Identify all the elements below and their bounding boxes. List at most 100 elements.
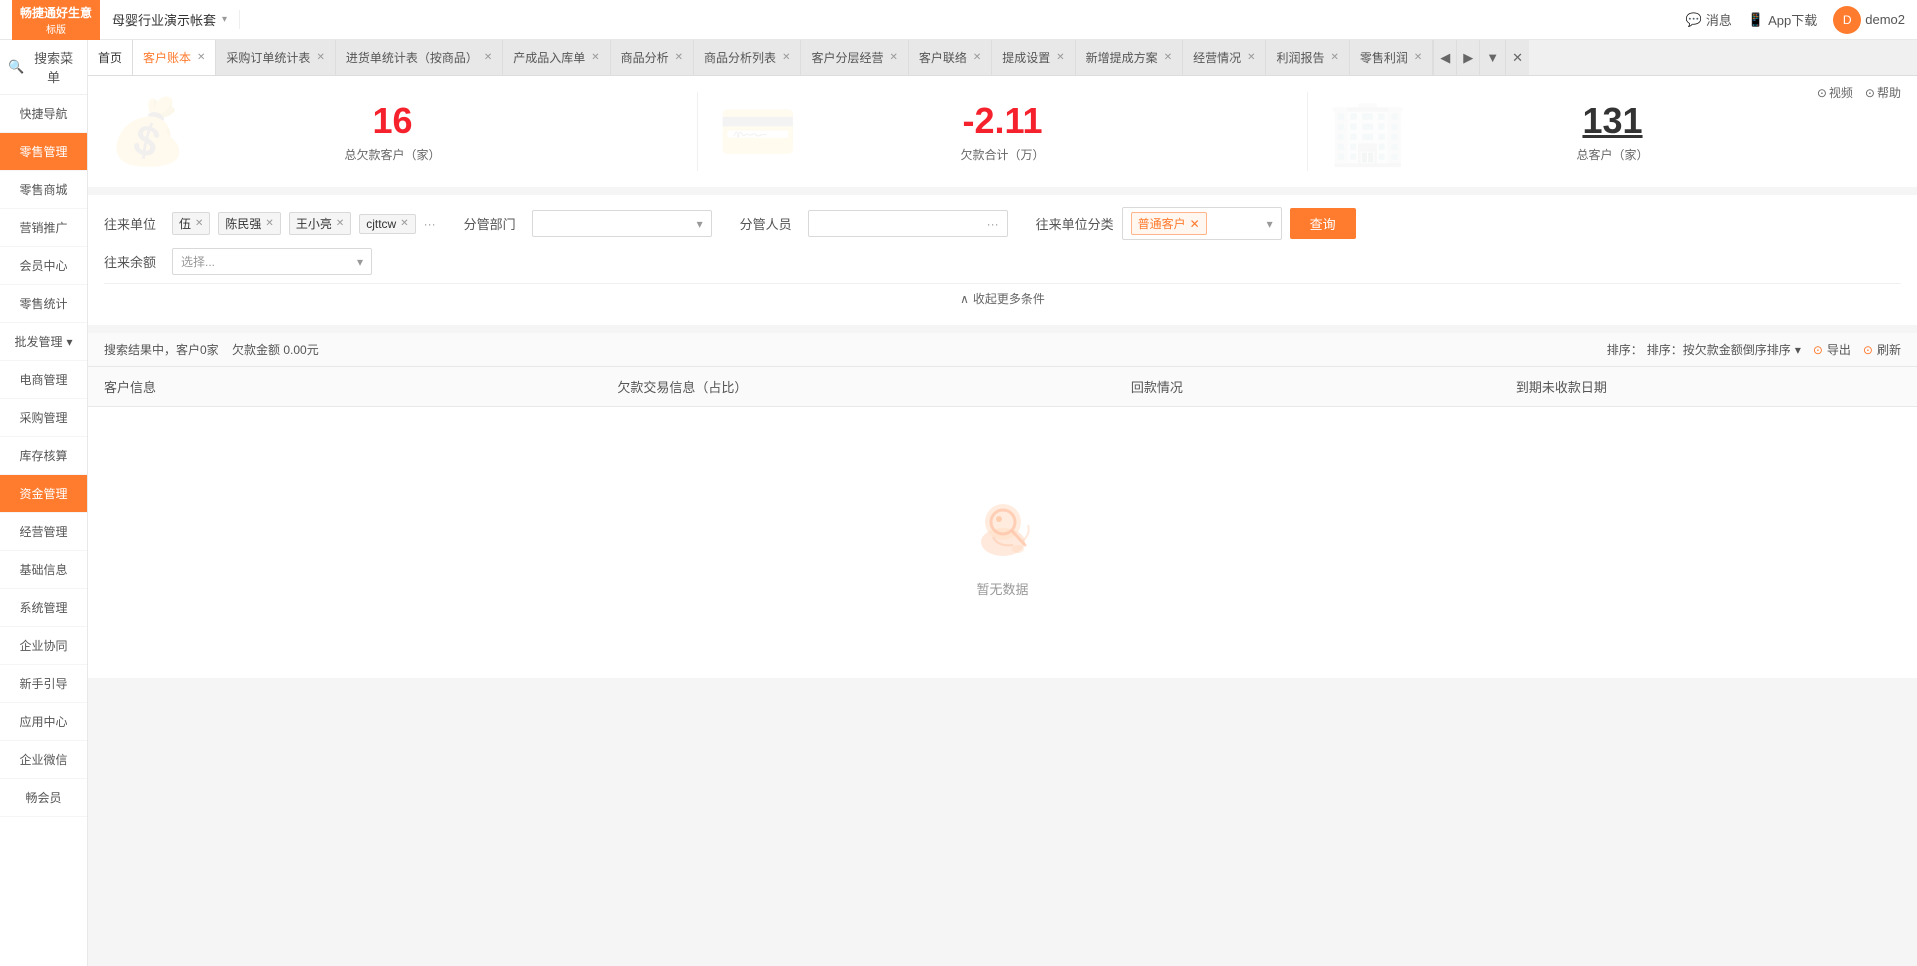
refresh-icon: ⊙ — [1863, 343, 1873, 357]
tab-close-icon[interactable]: ✕ — [1414, 52, 1422, 63]
sidebar-item-app-center[interactable]: 应用中心 — [0, 703, 87, 741]
tab-customer-contact[interactable]: 客户联络 ✕ — [909, 40, 992, 76]
data-table: 客户信息 欠款交易信息（占比） 回款情况 到期未收款日期 — [88, 367, 1917, 678]
tab-purchase-order[interactable]: 采购订单统计表 ✕ — [216, 40, 335, 76]
sidebar-item-retail-stats[interactable]: 零售统计 — [0, 285, 87, 323]
remove-tag-chen[interactable]: ✕ — [265, 218, 273, 229]
stat-total-owed-customers: 💰 16 总欠款客户（家） — [88, 92, 697, 171]
tab-close-icon[interactable]: ✕ — [1164, 52, 1172, 63]
remove-tag-customer-type[interactable]: ✕ — [1190, 217, 1200, 231]
message-btn[interactable]: 💬 消息 — [1686, 10, 1732, 29]
tab-new-commission[interactable]: 新增提成方案 ✕ — [1076, 40, 1183, 76]
sidebar-item-operations[interactable]: 经营管理 — [0, 513, 87, 551]
tab-nav-prev[interactable]: ◀ — [1433, 40, 1456, 76]
tab-product-analysis-list[interactable]: 商品分析列表 ✕ — [694, 40, 801, 76]
tab-close-icon[interactable]: ✕ — [973, 52, 981, 63]
person-select[interactable]: ··· — [808, 210, 1008, 237]
tab-close-icon[interactable]: ✕ — [591, 52, 599, 63]
store-selector[interactable]: 母婴行业演示帐套 ▾ — [100, 10, 240, 29]
refresh-btn[interactable]: ⊙ 刷新 — [1863, 341, 1901, 358]
tab-retail-profit-label: 零售利润 — [1360, 49, 1408, 66]
balance-select[interactable]: 选择... ▾ — [172, 248, 372, 275]
sidebar-item-inventory[interactable]: 库存核算 — [0, 437, 87, 475]
tab-product-analysis-list-label: 商品分析列表 — [704, 49, 776, 66]
app-download-label: App下载 — [1768, 10, 1817, 29]
tab-business-status[interactable]: 经营情况 ✕ — [1183, 40, 1266, 76]
dept-select[interactable]: ▾ — [532, 210, 712, 237]
search-icon: 🔍 — [8, 59, 24, 75]
sidebar-item-membership[interactable]: 畅会员 — [0, 779, 87, 817]
sidebar-item-quicknav[interactable]: 快捷导航 — [0, 95, 87, 133]
filter-tag-chen[interactable]: 陈民强 ✕ — [218, 212, 280, 235]
tab-close-icon[interactable]: ✕ — [889, 52, 897, 63]
unit-filter-label: 往来单位 — [104, 214, 164, 233]
remove-tag-wu[interactable]: ✕ — [195, 218, 203, 229]
collapse-filter-btn[interactable]: ∧ 收起更多条件 — [104, 283, 1901, 313]
sidebar-item-finance[interactable]: 资金管理 — [0, 475, 87, 513]
stat-label-1: 总欠款客户（家） — [344, 146, 440, 163]
sidebar-item-ecommerce[interactable]: 电商管理 — [0, 361, 87, 399]
tab-business-status-label: 经营情况 — [1193, 49, 1241, 66]
retail-mgmt-label: 零售管理 — [19, 143, 67, 160]
tab-product-inbound-label: 产成品入库单 — [513, 49, 585, 66]
export-btn[interactable]: ⊙ 导出 — [1813, 341, 1851, 358]
remove-tag-cjttcw[interactable]: ✕ — [400, 218, 408, 229]
filter-more-btn[interactable]: ··· — [424, 217, 436, 231]
tab-nav-close-all[interactable]: ✕ — [1505, 40, 1529, 76]
sidebar-search[interactable]: 🔍 搜索菜单 — [0, 40, 87, 95]
result-bar: 搜索结果中，客户0家 欠款金额 0.00元 排序： 排序：按欠款金额倒序排序 ▾… — [88, 333, 1917, 367]
sidebar-item-newbie[interactable]: 新手引导 — [0, 665, 87, 703]
tab-close-icon[interactable]: ✕ — [197, 52, 205, 63]
sort-selector[interactable]: 排序： 排序：按欠款金额倒序排序 ▾ — [1607, 341, 1801, 358]
top-bar: 畅捷通好生意 标版 母婴行业演示帐套 ▾ 💬 消息 📱 App下载 D demo… — [0, 0, 1917, 40]
user-menu[interactable]: D demo2 — [1833, 6, 1905, 34]
filter-row-1: 往来单位 伍 ✕ 陈民强 ✕ 王小亮 ✕ cjttcw — [104, 207, 1901, 240]
sidebar-item-purchase[interactable]: 采购管理 — [0, 399, 87, 437]
membership-label: 畅会员 — [25, 789, 61, 806]
query-button[interactable]: 查询 — [1290, 208, 1356, 239]
tab-product-inbound[interactable]: 产成品入库单 ✕ — [503, 40, 610, 76]
tab-close-icon[interactable]: ✕ — [316, 52, 324, 63]
sidebar-item-enterprise[interactable]: 企业协同 — [0, 627, 87, 665]
stat-value-1: 16 — [372, 100, 412, 142]
sidebar-item-base-info[interactable]: 基础信息 — [0, 551, 87, 589]
sidebar-item-wechat[interactable]: 企业微信 — [0, 741, 87, 779]
tab-nav-next[interactable]: ▶ — [1456, 40, 1479, 76]
tab-close-icon[interactable]: ✕ — [1331, 52, 1339, 63]
tab-close-icon[interactable]: ✕ — [484, 52, 492, 63]
filter-tag-cjttcw[interactable]: cjttcw ✕ — [359, 214, 415, 234]
tab-retail-profit[interactable]: 零售利润 ✕ — [1350, 40, 1433, 76]
filter-tag-customer-type[interactable]: 普通客户 ✕ — [1131, 212, 1207, 235]
tab-profit-report[interactable]: 利润报告 ✕ — [1266, 40, 1349, 76]
tab-stock-stats[interactable]: 进货单统计表（按商品） ✕ — [336, 40, 503, 76]
filter-tag-unit[interactable]: 伍 ✕ — [172, 212, 210, 235]
export-icon: ⊙ — [1813, 343, 1823, 357]
unit-type-select[interactable]: 普通客户 ✕ ▾ — [1122, 207, 1282, 240]
tab-close-icon[interactable]: ✕ — [675, 52, 683, 63]
sidebar-item-system[interactable]: 系统管理 — [0, 589, 87, 627]
stat-value-3: 131 — [1582, 100, 1642, 142]
operations-label: 经营管理 — [19, 523, 67, 540]
filter-tag-wang[interactable]: 王小亮 ✕ — [289, 212, 351, 235]
retail-mall-label: 零售商城 — [19, 181, 67, 198]
stat-bg-icon-2: 💳 — [718, 94, 798, 169]
tab-home[interactable]: 首页 — [88, 40, 133, 76]
tab-product-analysis[interactable]: 商品分析 ✕ — [611, 40, 694, 76]
sidebar-item-member[interactable]: 会员中心 — [0, 247, 87, 285]
sidebar-item-wholesale[interactable]: 批发管理 ▾ — [0, 323, 87, 361]
filter-area: 往来单位 伍 ✕ 陈民强 ✕ 王小亮 ✕ cjttcw — [88, 195, 1917, 325]
tab-customer-layer[interactable]: 客户分层经营 ✕ — [801, 40, 908, 76]
tab-close-icon[interactable]: ✕ — [782, 52, 790, 63]
tab-close-icon[interactable]: ✕ — [1247, 52, 1255, 63]
tab-close-icon[interactable]: ✕ — [1056, 52, 1064, 63]
sidebar-item-retail-mgmt[interactable]: 零售管理 — [0, 133, 87, 171]
sidebar-item-marketing[interactable]: 营销推广 — [0, 209, 87, 247]
tab-nav-menu[interactable]: ▼ — [1479, 40, 1505, 76]
sidebar-item-retail-mall[interactable]: 零售商城 — [0, 171, 87, 209]
tab-commission-settings[interactable]: 提成设置 ✕ — [992, 40, 1075, 76]
app-download-btn[interactable]: 📱 App下载 — [1748, 10, 1817, 29]
tab-customer-ledger-label: 客户账本 — [143, 49, 191, 66]
quicknav-label: 快捷导航 — [19, 105, 67, 122]
remove-tag-wang[interactable]: ✕ — [336, 218, 344, 229]
tab-customer-ledger[interactable]: 客户账本 ✕ — [133, 40, 216, 76]
